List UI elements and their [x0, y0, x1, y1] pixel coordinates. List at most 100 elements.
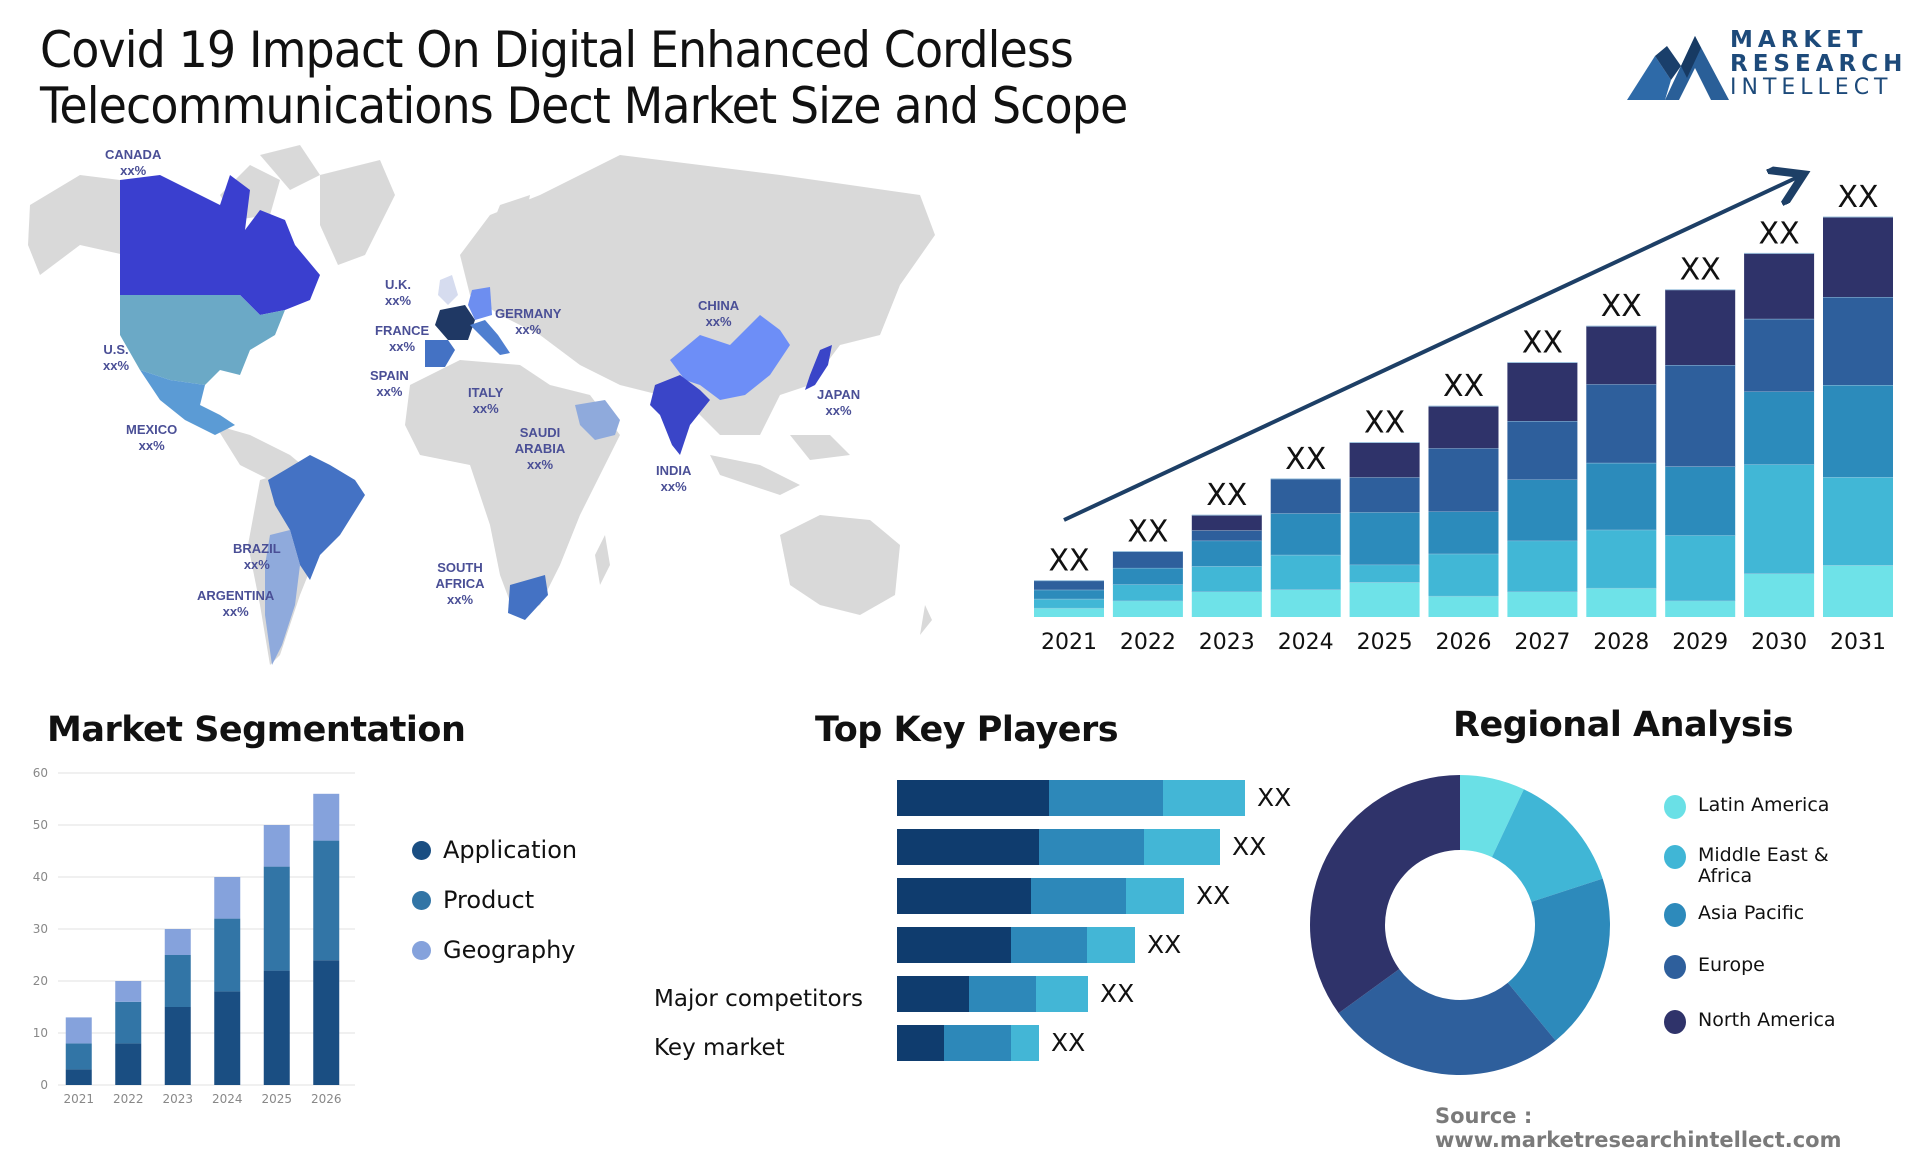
bar-2029 [1665, 289, 1736, 617]
map-label-france: FRANCE xx% [375, 323, 430, 354]
x-tick-label: 2024 [212, 1092, 243, 1106]
bar-segment [1112, 567, 1183, 585]
bar-segment [1191, 591, 1262, 617]
source-link[interactable]: Source : www.marketresearchintellect.com [1435, 1104, 1920, 1152]
bar-segment-application [263, 970, 290, 1085]
world-map: CANADA xx% U.S. xx% MEXICO xx% BRAZIL xx% AR… [20, 135, 940, 675]
y-tick-label: 30 [33, 922, 48, 936]
bar-segment [1126, 878, 1184, 914]
bar-value-label: XX [1206, 478, 1247, 513]
bar-segment-product [164, 955, 191, 1007]
bar-value-label: XX [1048, 544, 1089, 579]
bar-segment [1507, 540, 1578, 592]
bar-segment [1191, 540, 1262, 567]
legend-item-middle-east-africa: Middle East & Africa [1664, 845, 1848, 887]
x-tick-label: 2021 [1041, 630, 1097, 655]
bar-segment [1507, 479, 1578, 541]
bar-value-label: XX [1257, 783, 1291, 812]
y-tick-label: 20 [33, 974, 48, 988]
bar-value-label: XX [1759, 216, 1800, 251]
legend-dot-icon [1664, 795, 1686, 819]
bar-value-label: XX [1522, 325, 1563, 360]
x-tick-label: 2028 [1593, 630, 1649, 655]
legend-item-product: Product [412, 886, 534, 914]
bar-value-label: XX [1051, 1028, 1085, 1057]
map-uk [438, 275, 458, 305]
page-title: Covid 19 Impact On Digital Enhanced Cord… [40, 22, 1128, 135]
x-tick-label: 2029 [1672, 630, 1728, 655]
bar-segment-geography [65, 1017, 92, 1044]
x-tick-label: 2025 [261, 1092, 292, 1106]
x-tick-label: 2023 [1199, 630, 1255, 655]
legend-dot-icon [1664, 903, 1686, 927]
map-label-canada: CANADA xx% [105, 147, 162, 178]
bar-segment [1049, 780, 1163, 816]
bar-segment [1665, 365, 1736, 467]
y-tick-label: 10 [33, 1026, 48, 1040]
map-label-south-africa: SOUTH AFRICA xx% [435, 560, 485, 607]
map-label-china: CHINA xx% [698, 298, 740, 329]
x-tick-label: 2021 [63, 1092, 94, 1106]
legend-label: Geography [443, 936, 576, 964]
bar-segment [897, 829, 1039, 865]
legend-item-asia-pacific: Asia Pacific [1664, 903, 1848, 927]
bar-segment-product [115, 1001, 142, 1044]
bar-segment [1665, 289, 1736, 365]
bar-segment-application [115, 1043, 142, 1085]
bar-2030 [1744, 252, 1815, 617]
map-label-japan: JAPAN xx% [817, 387, 861, 418]
logo-line-2: RESEARCH [1730, 51, 1908, 77]
bar-value-label: XX [1100, 979, 1134, 1008]
legend-item-geography: Geography [412, 936, 576, 964]
bar-segment [897, 976, 969, 1012]
segmentation-chart: 0 10 20 30 40 50 60 2021 2022 2023 2024 2025 2026 [33, 766, 355, 1106]
bar-2028 [1586, 325, 1657, 617]
bar-value-label: XX [1147, 930, 1181, 959]
bar-segment-product [263, 866, 290, 971]
x-tick-label: 2026 [311, 1092, 342, 1106]
bar-segment [1034, 589, 1104, 599]
bar-2027 [1507, 361, 1578, 617]
bar-2024 [1270, 478, 1341, 617]
x-tick-label: 2024 [1278, 630, 1334, 655]
bar-segment [1191, 566, 1262, 592]
legend-item-north-america: North America [1664, 1010, 1848, 1034]
bar-segment [1823, 297, 1893, 385]
bar-segment [1823, 217, 1893, 297]
player-bar [897, 878, 1184, 914]
bar-segment [1823, 385, 1893, 477]
bar-value-label: XX [1443, 369, 1484, 404]
legend-label: Middle East & Africa [1698, 844, 1829, 887]
bar-segment [1428, 553, 1499, 596]
bar-segment [1744, 464, 1815, 574]
bar-segment-geography [164, 929, 191, 955]
bar-segment [1428, 406, 1499, 449]
legend-label: Latin America [1698, 794, 1830, 816]
bar-segment-product [214, 918, 241, 992]
legend-dot-icon [1664, 845, 1686, 869]
x-tick-label: 2025 [1357, 630, 1413, 655]
map-label-india: INDIA xx% [656, 463, 692, 494]
legend-item-application: Application [412, 836, 577, 864]
legend-item-latin-america: Latin America [1664, 795, 1848, 819]
bar-value-label: XX [1364, 405, 1405, 440]
logo-mountain-icon [1627, 36, 1729, 100]
map-label-argentina: ARGENTINA xx% [197, 588, 275, 619]
legend-label: Europe [1698, 954, 1765, 976]
bar-segment [1586, 326, 1657, 385]
map-label-germany: GERMANY xx% [495, 306, 562, 337]
bar-segment [1744, 391, 1815, 465]
title-line-2: Telecommunications Dect Market Size and … [40, 77, 1128, 135]
bar-segment [1349, 564, 1420, 583]
bar-segment [1744, 253, 1815, 319]
bar-segment [1270, 478, 1341, 514]
bar-segment [1034, 598, 1104, 608]
bar-segment [1144, 829, 1220, 865]
market-growth-chart: XX 2021 XX 2022 XX 2023 XX 2024 XX 2025 XX 2026 XX 20… [1034, 160, 1893, 655]
legend-dot-icon [412, 840, 431, 860]
y-tick-label: 50 [33, 818, 48, 832]
legend-item-europe: Europe [1664, 955, 1848, 979]
bar-segment [944, 1025, 1011, 1061]
legend-label: Application [443, 836, 578, 864]
map-label-uk: U.K. xx% [385, 277, 412, 308]
